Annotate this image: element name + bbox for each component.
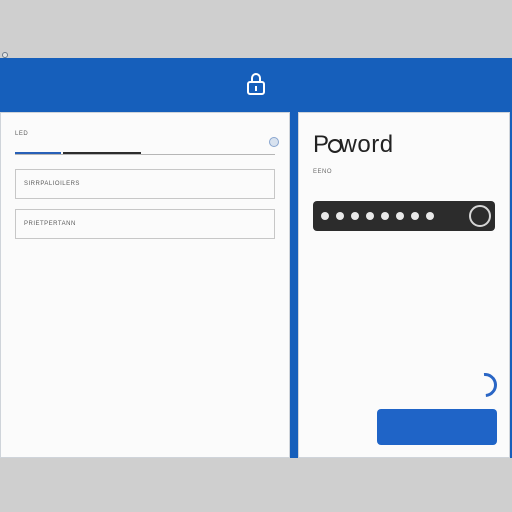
pw-dot xyxy=(321,212,329,220)
pw-dot xyxy=(336,212,344,220)
pw-dot xyxy=(381,212,389,220)
field3-input[interactable]: PRIETPERTANN xyxy=(15,209,275,239)
toggle-control[interactable] xyxy=(463,373,497,399)
password-visibility-icon[interactable] xyxy=(469,205,491,227)
password-heading: Pword xyxy=(313,131,495,159)
left-panel: LED SIRRPALIOILERS PRIETPERTANN xyxy=(0,112,290,458)
field1-caret-dot xyxy=(269,137,279,147)
password-hint: EENO xyxy=(313,169,495,175)
pw-dot xyxy=(396,212,404,220)
pw-dot xyxy=(366,212,374,220)
login-window: LED SIRRPALIOILERS PRIETPERTANN Pword EE… xyxy=(0,58,512,458)
pw-dot xyxy=(411,212,419,220)
field2-label: SIRRPALIOILERS xyxy=(24,181,80,187)
password-input[interactable] xyxy=(313,201,495,231)
field1-input[interactable] xyxy=(15,141,275,155)
pw-dot xyxy=(426,212,434,220)
window-titlebar xyxy=(0,58,512,112)
lock-icon xyxy=(246,70,266,101)
heading-suffix: word xyxy=(340,131,394,158)
pw-dot xyxy=(351,212,359,220)
field3-label: PRIETPERTANN xyxy=(24,221,76,227)
field2-input[interactable]: SIRRPALIOILERS xyxy=(15,169,275,199)
right-panel: Pword EENO xyxy=(298,112,510,458)
submit-button[interactable] xyxy=(377,409,497,445)
window-body: LED SIRRPALIOILERS PRIETPERTANN Pword EE… xyxy=(0,112,512,458)
field1-label: LED xyxy=(15,131,275,137)
